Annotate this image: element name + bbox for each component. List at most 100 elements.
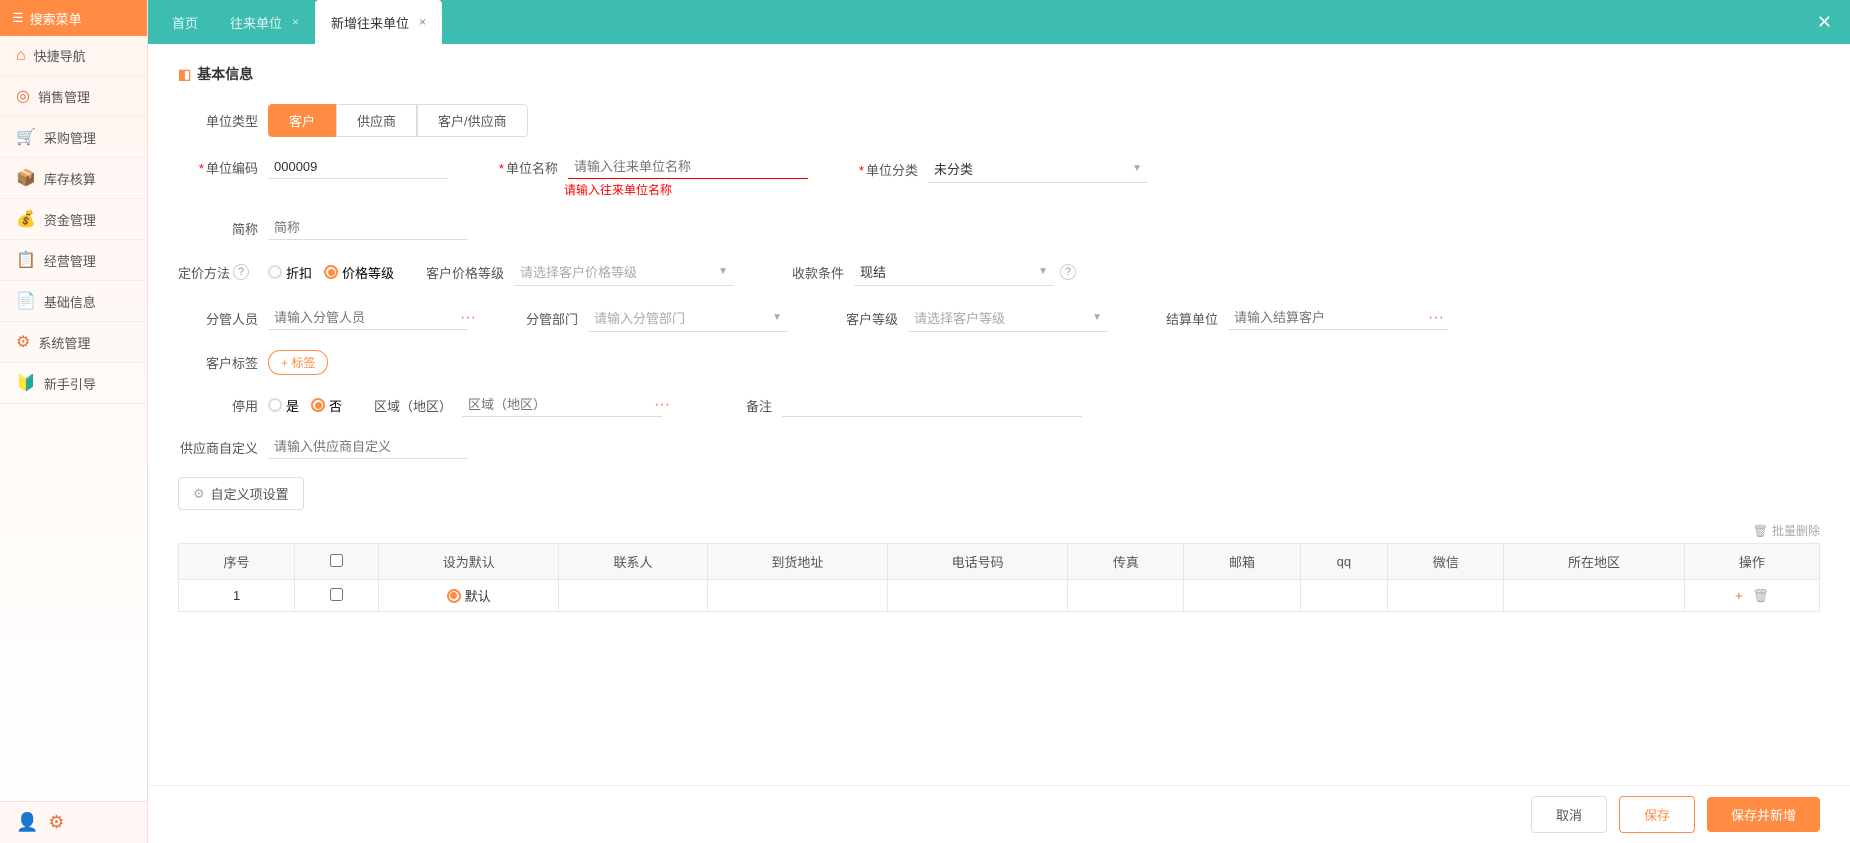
customer-price-field: 客户价格等级 请选择客户价格等级 ▼ — [424, 258, 734, 286]
disable-radio-group: 是 否 — [268, 396, 342, 415]
unit-name-input[interactable] — [568, 155, 808, 179]
custom-setting-button[interactable]: ⚙ 自定义项设置 — [178, 477, 304, 510]
disable-field: 停用 是 否 — [178, 396, 342, 415]
sidebar-search[interactable]: ☰ 搜索菜单 — [0, 0, 147, 36]
sidebar-item-purchase[interactable]: 🛒 采购管理 — [0, 117, 147, 158]
th-seq: 序号 — [179, 544, 295, 580]
select-all-checkbox[interactable] — [330, 554, 343, 567]
dropdown-arrow-payment: ▼ — [1038, 266, 1048, 277]
unit-code-input[interactable] — [268, 155, 448, 179]
pricing-discount-option[interactable]: 折扣 — [268, 263, 312, 282]
search-icon: ☰ — [12, 10, 24, 26]
th-address: 到货地址 — [707, 544, 887, 580]
batch-delete-label[interactable]: 批量删除 — [1772, 522, 1820, 539]
tab-partner[interactable]: 往来单位 × — [214, 0, 315, 44]
abbreviation-row: 简称 — [178, 216, 1820, 240]
customer-price-select[interactable]: 请选择客户价格等级 ▼ — [514, 258, 734, 286]
delete-row-btn[interactable]: 🗑 — [1752, 588, 1769, 603]
manager-input-wrapper: ··· — [268, 306, 468, 330]
sidebar-item-sales[interactable]: ◎ 销售管理 — [0, 76, 147, 117]
sidebar-item-guide[interactable]: 🔰 新手引导 — [0, 363, 147, 404]
department-field: 分管部门 请输入分管部门 ▼ — [498, 304, 788, 332]
add-row-btn[interactable]: + — [1735, 588, 1743, 603]
settlement-input[interactable] — [1228, 306, 1424, 329]
sidebar-item-basic[interactable]: 📄 基础信息 — [0, 281, 147, 322]
section-title-icon: ◧ — [178, 66, 191, 83]
th-action: 操作 — [1684, 544, 1819, 580]
save-new-button[interactable]: 保存并新增 — [1707, 797, 1820, 832]
settings-icon[interactable]: ⚙ — [48, 812, 64, 833]
purchase-icon: 🛒 — [16, 127, 36, 147]
pricing-discount-radio[interactable] — [268, 265, 282, 279]
department-label: 分管部门 — [498, 309, 578, 328]
default-radio-circle[interactable] — [447, 589, 461, 603]
manager-input[interactable] — [268, 306, 456, 329]
region-more-btn[interactable]: ··· — [650, 396, 674, 414]
tab-bar-close-button[interactable]: ✕ — [1807, 12, 1842, 33]
pricing-help-icon[interactable]: ? — [233, 264, 249, 280]
manager-more-btn[interactable]: ··· — [456, 309, 480, 327]
disable-no-option[interactable]: 否 — [311, 396, 342, 415]
tab-new-partner[interactable]: 新增往来单位 × — [315, 0, 442, 44]
sidebar-item-label: 系统管理 — [38, 333, 90, 352]
disable-yes-option[interactable]: 是 — [268, 396, 299, 415]
settlement-field: 结算单位 ··· — [1138, 306, 1448, 330]
department-select[interactable]: 请输入分管部门 ▼ — [588, 304, 788, 332]
tab-new-partner-close[interactable]: × — [419, 15, 426, 29]
disable-no-radio[interactable] — [311, 398, 325, 412]
pricing-level-radio[interactable] — [324, 265, 338, 279]
tab-new-partner-label: 新增往来单位 — [331, 13, 409, 32]
tab-partner-close[interactable]: × — [292, 15, 299, 29]
guide-icon: 🔰 — [16, 373, 36, 393]
user-icon[interactable]: 👤 — [16, 812, 38, 833]
save-button[interactable]: 保存 — [1619, 796, 1695, 833]
unit-type-customer-btn[interactable]: 客户 — [268, 104, 336, 137]
sidebar-item-quick-nav[interactable]: ⌂ 快捷导航 — [0, 36, 147, 76]
section-title: ◧ 基本信息 — [178, 64, 1820, 84]
supplier-custom-input[interactable] — [268, 435, 468, 459]
payment-field: 收款条件 现结 ▼ ? — [764, 258, 1076, 286]
sidebar-item-operations[interactable]: 📋 经营管理 — [0, 240, 147, 281]
sidebar-item-label: 销售管理 — [38, 87, 90, 106]
abbreviation-input[interactable] — [268, 216, 468, 240]
customer-level-select[interactable]: 请选择客户等级 ▼ — [908, 304, 1108, 332]
sidebar-item-label: 快捷导航 — [34, 46, 86, 65]
remark-input[interactable] — [782, 393, 1082, 417]
contacts-table: 序号 设为默认 联系人 到货地址 电话号码 传真 邮箱 qq 微信 所在地区 操… — [178, 543, 1820, 612]
unit-type-supplier-btn[interactable]: 供应商 — [336, 104, 417, 137]
tab-home[interactable]: 首页 — [156, 0, 214, 44]
unit-category-select[interactable]: 未分类 ▼ — [928, 155, 1148, 183]
unit-type-both-btn[interactable]: 客户/供应商 — [417, 104, 528, 137]
payment-select[interactable]: 现结 ▼ — [854, 258, 1054, 286]
row-checkbox[interactable] — [330, 588, 343, 601]
td-phone — [888, 580, 1068, 612]
remark-label: 备注 — [692, 396, 772, 415]
pricing-level-option[interactable]: 价格等级 — [324, 263, 394, 282]
cancel-button[interactable]: 取消 — [1531, 796, 1607, 833]
sidebar-item-inventory[interactable]: 📦 库存核算 — [0, 158, 147, 199]
default-label: 默认 — [465, 586, 491, 605]
dropdown-arrow-price: ▼ — [718, 266, 728, 277]
remark-field: 备注 — [692, 393, 1082, 417]
td-address — [707, 580, 887, 612]
settlement-label: 结算单位 — [1138, 309, 1218, 328]
unit-name-error: 请输入往来单位名称 — [564, 181, 672, 198]
payment-help-icon[interactable]: ? — [1060, 264, 1076, 280]
table-header-row: 序号 设为默认 联系人 到货地址 电话号码 传真 邮箱 qq 微信 所在地区 操… — [179, 544, 1820, 580]
th-phone: 电话号码 — [888, 544, 1068, 580]
settlement-more-btn[interactable]: ··· — [1424, 309, 1448, 327]
sidebar-item-system[interactable]: ⚙ 系统管理 — [0, 322, 147, 363]
set-default-radio[interactable]: 默认 — [389, 586, 548, 605]
region-input[interactable] — [462, 393, 650, 416]
pricing-radio-group: 折扣 价格等级 — [268, 263, 394, 282]
sidebar-item-finance[interactable]: 💰 资金管理 — [0, 199, 147, 240]
add-tag-button[interactable]: + 标签 — [268, 350, 328, 375]
sidebar-item-label: 基础信息 — [44, 292, 96, 311]
region-label: 区域（地区） — [372, 396, 452, 415]
basic-icon: 📄 — [16, 291, 36, 311]
unit-type-group: 客户 供应商 客户/供应商 — [268, 104, 528, 137]
disable-yes-radio[interactable] — [268, 398, 282, 412]
region-field: 区域（地区） ··· — [372, 393, 662, 417]
footer-bar: 取消 保存 保存并新增 — [148, 785, 1850, 843]
tag-row: 客户标签 + 标签 — [178, 350, 1820, 375]
